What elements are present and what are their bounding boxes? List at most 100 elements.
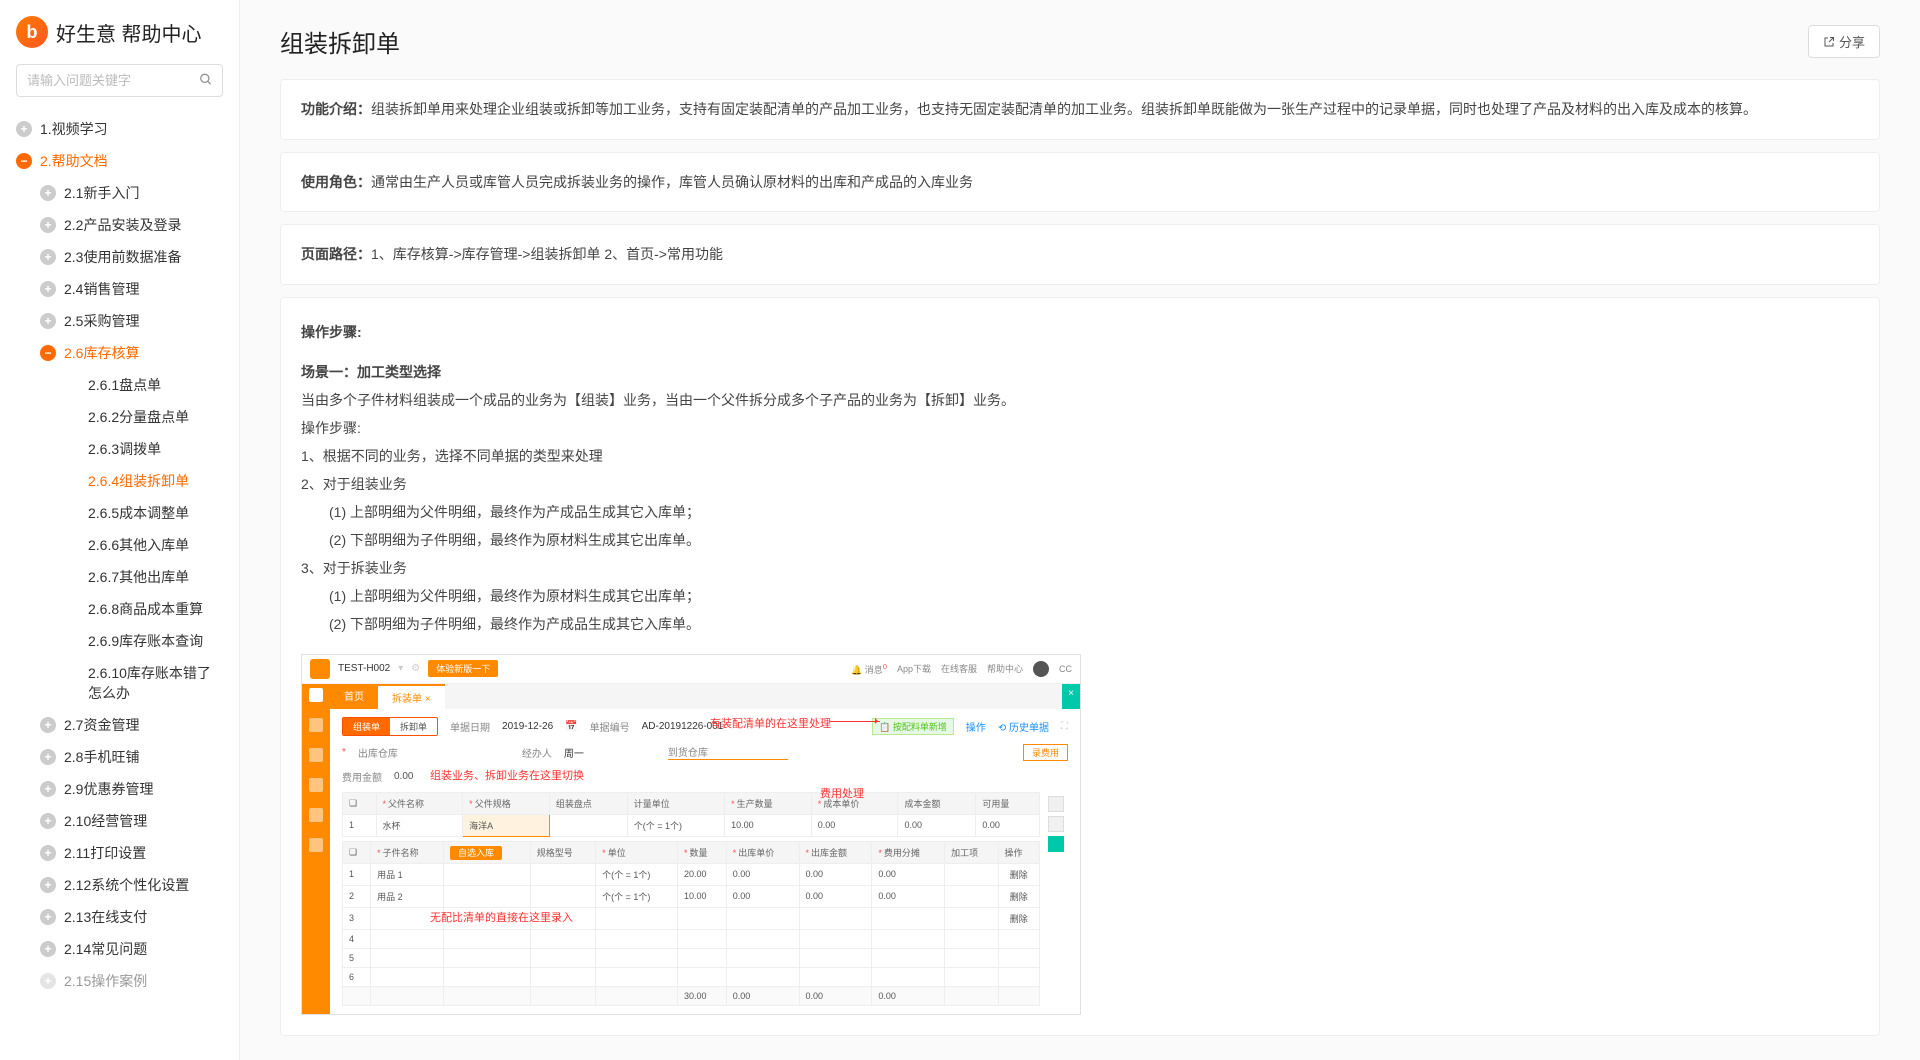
logo: b 好生意 帮助中心	[16, 16, 223, 48]
ss-th: 出库金额	[799, 841, 872, 863]
ss-th: 成本金额	[898, 792, 976, 814]
ss-template-btn[interactable]: 📋 按配料单新增	[872, 718, 954, 735]
ss-side-icons	[1044, 792, 1068, 1006]
nav-2-6-7[interactable]: 2.6.7其他出库单	[88, 561, 223, 593]
ss-tab-active[interactable]: 拆装单 ×	[378, 684, 445, 709]
nav-2-5[interactable]: +2.5采购管理	[40, 305, 223, 337]
plus-icon: +	[40, 877, 56, 893]
nav-label: 2.1新手入门	[64, 183, 139, 203]
ss-nav-icon[interactable]	[309, 808, 323, 822]
ss-del-icon[interactable]: 删除	[1010, 914, 1028, 924]
ss-th: 单位	[596, 841, 678, 863]
ss-th: 数量	[677, 841, 726, 863]
search-input[interactable]	[16, 64, 223, 97]
plus-icon: +	[40, 845, 56, 861]
nav-2-2[interactable]: +2.2产品安装及登录	[40, 209, 223, 241]
ss-help[interactable]: 帮助中心	[987, 662, 1023, 675]
nav-2-6-8[interactable]: 2.6.8商品成本重算	[88, 593, 223, 625]
ss-maker-val: 周一	[564, 745, 584, 760]
ss-tab-close-all-icon[interactable]: ×	[1062, 684, 1080, 709]
plus-icon: +	[40, 717, 56, 733]
nav-2-6-9[interactable]: 2.6.9库存账本查询	[88, 625, 223, 657]
ss-instock-field[interactable]: 到货仓库	[668, 744, 788, 760]
logo-text: 好生意 帮助中心	[56, 18, 202, 47]
ss-th[interactable]: 自选入库	[443, 841, 530, 863]
share-button[interactable]: 分享	[1808, 25, 1880, 58]
nav-2-9[interactable]: +2.9优惠券管理	[40, 773, 223, 805]
ss-tab-home[interactable]: 首页	[330, 684, 378, 709]
ss-th: 计量单位	[627, 792, 724, 814]
ss-nav-home-icon[interactable]	[309, 688, 323, 702]
ss-tool-icon[interactable]	[1048, 836, 1064, 852]
table-row[interactable]: 2用品 2个(个 = 1个)10.000.000.000.00删除	[343, 885, 1040, 907]
ss-th: 子件名称	[371, 841, 444, 863]
nav-2-6-3[interactable]: 2.6.3调拨单	[88, 433, 223, 465]
nav-label: 2.8手机旺铺	[64, 747, 139, 767]
minus-icon: −	[40, 345, 56, 361]
ss-type-toggle[interactable]: 组装单 拆卸单	[342, 717, 438, 736]
logo-icon: b	[16, 16, 48, 48]
plus-icon: +	[40, 313, 56, 329]
ss-del-icon[interactable]: 删除	[1010, 892, 1028, 902]
nav-2-6-4[interactable]: 2.6.4组装拆卸单	[88, 465, 223, 497]
ss-nav-icon[interactable]	[309, 778, 323, 792]
ss-try-button[interactable]: 体验新版一下	[428, 660, 498, 677]
ss-nav-icon[interactable]	[309, 838, 323, 852]
table-row[interactable]: 1用品 1个(个 = 1个)20.000.000.000.00删除	[343, 863, 1040, 885]
step-3b: (2) 下部明细为子件明细，最终作为产成品生成其它入库单。	[301, 610, 1859, 638]
nav-2-6[interactable]: −2.6库存核算	[40, 337, 223, 369]
ss-th: 操作	[998, 841, 1039, 863]
ss-fee-button[interactable]: 录费用	[1023, 744, 1068, 761]
nav-docs[interactable]: −2.帮助文档	[16, 145, 223, 177]
nav-2-13[interactable]: +2.13在线支付	[40, 901, 223, 933]
ss-th: 费用分摊	[872, 841, 945, 863]
nav-2-3[interactable]: +2.3使用前数据准备	[40, 241, 223, 273]
ss-th: 加工项	[945, 841, 998, 863]
step-2b: (2) 下部明细为子件明细，最终作为原材料生成其它出库单。	[301, 526, 1859, 554]
plus-icon: +	[16, 121, 32, 137]
nav-2-1[interactable]: +2.1新手入门	[40, 177, 223, 209]
ss-th: 组装盘点	[549, 792, 627, 814]
table-row[interactable]: 5	[343, 948, 1040, 967]
ss-tool-icon[interactable]	[1048, 816, 1064, 832]
nav-2-6-5[interactable]: 2.6.5成本调整单	[88, 497, 223, 529]
ss-nav-icon[interactable]	[309, 718, 323, 732]
nav-2-10[interactable]: +2.10经营管理	[40, 805, 223, 837]
sidebar: b 好生意 帮助中心 +1.视频学习 −2.帮助文档 +2.1新手入门 +2.2…	[0, 0, 240, 1060]
nav-2-15[interactable]: +2.15操作案例	[40, 965, 223, 997]
ss-del-icon[interactable]: 删除	[1010, 870, 1028, 880]
nav-2-7[interactable]: +2.7资金管理	[40, 709, 223, 741]
ss-history-link[interactable]: ⟲ 历史单据	[998, 719, 1049, 734]
nav-2-6-6[interactable]: 2.6.6其他入库单	[88, 529, 223, 561]
ss-msg[interactable]: 🔔 消息0	[851, 662, 887, 676]
ss-avatar-icon[interactable]	[1033, 661, 1049, 677]
nav-2-8[interactable]: +2.8手机旺铺	[40, 741, 223, 773]
nav-2-6-2[interactable]: 2.6.2分量盘点单	[88, 401, 223, 433]
ss-tool-icon[interactable]	[1048, 796, 1064, 812]
nav-2-4[interactable]: +2.4销售管理	[40, 273, 223, 305]
ss-topbar: TEST-H002 ▾ ⚙ 体验新版一下 🔔 消息0 App下载 在线客服 帮助…	[302, 655, 1080, 684]
nav-2-14[interactable]: +2.14常见问题	[40, 933, 223, 965]
ss-leftnav	[302, 684, 330, 1014]
nav-2-6-1[interactable]: 2.6.1盘点单	[88, 369, 223, 401]
ss-radio-assemble[interactable]: 组装单	[343, 718, 390, 735]
nav-label: 2.15操作案例	[64, 971, 147, 991]
ss-th: 出库单价	[726, 841, 799, 863]
ss-parent-table: ❏ 父件名称 父件规格 组装盘点 计量单位 生产数量 成本单价 成本金额	[342, 792, 1040, 837]
ss-service[interactable]: 在线客服	[941, 662, 977, 675]
step-3a: (1) 上部明细为父件明细，最终作为原材料生成其它出库单；	[301, 582, 1859, 610]
nav-2-11[interactable]: +2.11打印设置	[40, 837, 223, 869]
nav-2-6-10[interactable]: 2.6.10库存账本错了怎么办	[88, 657, 223, 709]
ss-nav-icon[interactable]	[309, 748, 323, 762]
role-text: 通常由生产人员或库管人员完成拆装业务的操作，库管人员确认原材料的出库和产成品的入…	[371, 174, 973, 190]
nav-2-12[interactable]: +2.12系统个性化设置	[40, 869, 223, 901]
table-row[interactable]: 6	[343, 967, 1040, 986]
table-row[interactable]: 1 水杯 海洋A 个(个 = 1个) 10.00 0.00 0.00	[343, 814, 1040, 836]
table-row[interactable]: 4	[343, 929, 1040, 948]
search-icon[interactable]	[199, 72, 213, 89]
ss-radio-disassemble[interactable]: 拆卸单	[390, 718, 437, 735]
ss-op-link[interactable]: 操作	[966, 719, 986, 734]
step-3: 3、对于拆装业务	[301, 554, 1859, 582]
ss-app[interactable]: App下载	[897, 662, 931, 675]
nav-video[interactable]: +1.视频学习	[16, 113, 223, 145]
